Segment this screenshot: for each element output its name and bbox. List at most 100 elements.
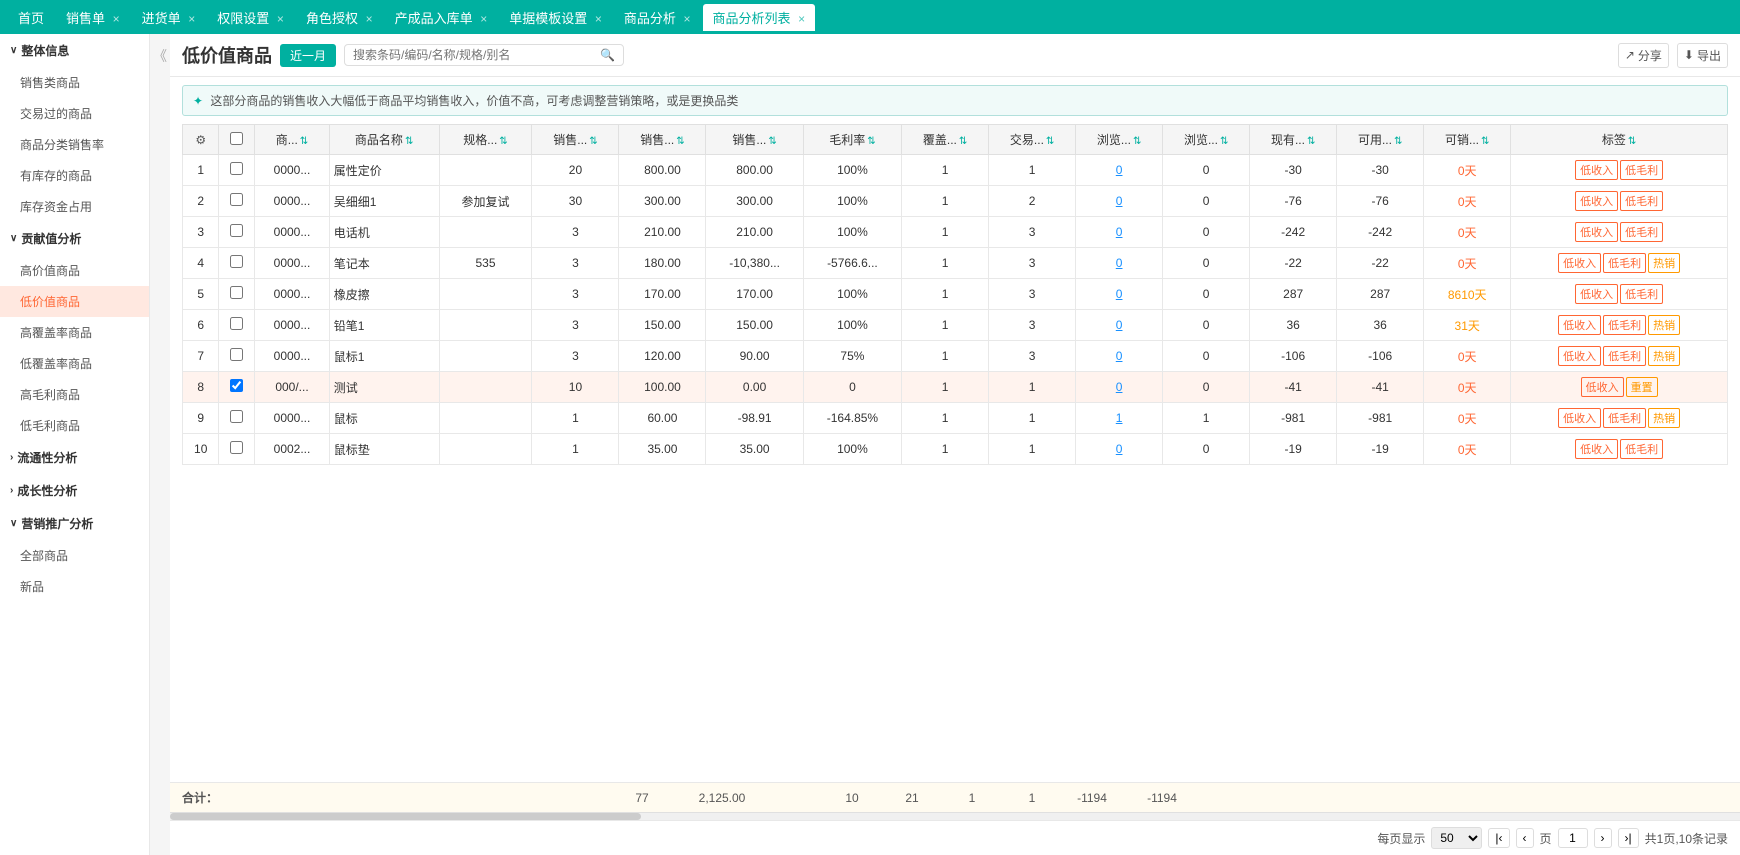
sort-icon[interactable]: ⇅	[959, 136, 967, 147]
sidebar-item-stock-goods[interactable]: 有库存的商品	[0, 160, 149, 191]
cell-checkbox[interactable]	[219, 434, 255, 465]
col-trade[interactable]: 交易...⇅	[989, 125, 1076, 155]
col-browse1[interactable]: 浏览...⇅	[1076, 125, 1163, 155]
page-size-select[interactable]: 50 100 200	[1431, 827, 1482, 849]
nav-sales[interactable]: 销售单 ×	[56, 4, 130, 31]
sidebar-item-all-goods[interactable]: 全部商品	[0, 540, 149, 571]
search-input[interactable]	[353, 48, 596, 62]
close-icon[interactable]: ×	[798, 12, 805, 26]
row-checkbox[interactable]	[230, 441, 243, 454]
last-page-button[interactable]: ›|	[1618, 828, 1639, 848]
page-input[interactable]	[1558, 828, 1588, 848]
browse-link[interactable]: 0	[1116, 225, 1123, 239]
tag[interactable]: 低毛利	[1620, 222, 1663, 242]
cell-col7[interactable]: 0	[1076, 186, 1163, 217]
browse-link[interactable]: 1	[1116, 411, 1123, 425]
share-button[interactable]: ↗ 分享	[1618, 43, 1669, 68]
tag[interactable]: 低收入	[1575, 160, 1618, 180]
tag[interactable]: 热销	[1648, 346, 1680, 366]
sidebar-item-new-goods[interactable]: 新品	[0, 571, 149, 602]
sidebar-item-traded[interactable]: 交易过的商品	[0, 98, 149, 129]
cell-checkbox[interactable]	[219, 310, 255, 341]
sort-icon[interactable]: ⇅	[300, 136, 308, 147]
sidebar-item-stock-fund[interactable]: 库存资金占用	[0, 191, 149, 222]
gear-icon[interactable]: ⚙	[195, 133, 206, 147]
col-sales2[interactable]: 销售...⇅	[619, 125, 706, 155]
col-sales1[interactable]: 销售...⇅	[532, 125, 619, 155]
row-checkbox[interactable]	[230, 317, 243, 330]
browse-link[interactable]: 0	[1116, 442, 1123, 456]
browse-link[interactable]: 0	[1116, 194, 1123, 208]
nav-role[interactable]: 角色授权 ×	[296, 4, 383, 31]
col-tags[interactable]: 标签⇅	[1511, 125, 1728, 155]
cell-checkbox[interactable]	[219, 248, 255, 279]
cell-col7[interactable]: 0	[1076, 248, 1163, 279]
browse-link[interactable]: 0	[1116, 349, 1123, 363]
cell-col7[interactable]: 0	[1076, 279, 1163, 310]
tag[interactable]: 低毛利	[1620, 160, 1663, 180]
close-icon[interactable]: ×	[595, 12, 602, 26]
sidebar-item-low-profit[interactable]: 低毛利商品	[0, 410, 149, 441]
tag[interactable]: 热销	[1648, 315, 1680, 335]
row-checkbox[interactable]	[230, 162, 243, 175]
cell-col7[interactable]: 0	[1076, 372, 1163, 403]
tag[interactable]: 低收入	[1558, 253, 1601, 273]
sidebar-item-high-profit[interactable]: 高毛利商品	[0, 379, 149, 410]
close-icon[interactable]: ×	[480, 12, 487, 26]
nav-template[interactable]: 单据模板设置 ×	[499, 4, 612, 31]
tag[interactable]: 低毛利	[1620, 439, 1663, 459]
tag[interactable]: 低收入	[1575, 439, 1618, 459]
cell-col7[interactable]: 0	[1076, 155, 1163, 186]
sort-icon[interactable]: ⇅	[867, 136, 875, 147]
tag[interactable]: 低毛利	[1603, 315, 1646, 335]
sidebar-item-high-coverage[interactable]: 高覆盖率商品	[0, 317, 149, 348]
close-icon[interactable]: ×	[683, 12, 690, 26]
col-browse2[interactable]: 浏览...⇅	[1163, 125, 1250, 155]
tag[interactable]: 低毛利	[1620, 284, 1663, 304]
sort-icon[interactable]: ⇅	[676, 136, 684, 147]
sort-icon[interactable]: ⇅	[1481, 136, 1489, 147]
tag[interactable]: 低毛利	[1603, 253, 1646, 273]
sort-icon[interactable]: ⇅	[1628, 136, 1636, 147]
row-checkbox[interactable]	[230, 255, 243, 268]
sidebar-section-circulation[interactable]: › 流通性分析	[0, 441, 149, 474]
sort-icon[interactable]: ⇅	[405, 136, 413, 147]
first-page-button[interactable]: |‹	[1488, 828, 1509, 848]
cell-col7[interactable]: 0	[1076, 310, 1163, 341]
sidebar-item-low-coverage[interactable]: 低覆盖率商品	[0, 348, 149, 379]
cell-checkbox[interactable]	[219, 403, 255, 434]
col-code[interactable]: 商...⇅	[255, 125, 329, 155]
sidebar-item-category-rate[interactable]: 商品分类销售率	[0, 129, 149, 160]
col-spec[interactable]: 规格...⇅	[439, 125, 532, 155]
tag[interactable]: 低收入	[1558, 346, 1601, 366]
col-sales3[interactable]: 销售...⇅	[706, 125, 803, 155]
nav-goods-analysis-list[interactable]: 商品分析列表 ×	[703, 4, 816, 31]
export-button[interactable]: ⬇ 导出	[1677, 43, 1728, 68]
tag[interactable]: 低收入	[1575, 191, 1618, 211]
sidebar-section-contribution[interactable]: ∨ 贡献值分析	[0, 222, 149, 255]
cell-col7[interactable]: 0	[1076, 341, 1163, 372]
cell-col7[interactable]: 0	[1076, 434, 1163, 465]
tag[interactable]: 低收入	[1575, 222, 1618, 242]
nav-stock-in[interactable]: 产成品入库单 ×	[385, 4, 498, 31]
close-icon[interactable]: ×	[188, 12, 195, 26]
row-checkbox[interactable]	[230, 379, 243, 392]
row-checkbox[interactable]	[230, 348, 243, 361]
col-settings[interactable]: ⚙	[183, 125, 219, 155]
browse-link[interactable]: 0	[1116, 318, 1123, 332]
tag[interactable]: 低毛利	[1603, 346, 1646, 366]
tag[interactable]: 低毛利	[1603, 408, 1646, 428]
cell-col7[interactable]: 0	[1076, 217, 1163, 248]
tag[interactable]: 热销	[1648, 253, 1680, 273]
nav-purchase[interactable]: 进货单 ×	[132, 4, 206, 31]
col-gross-rate[interactable]: 毛利率⇅	[803, 125, 901, 155]
sort-icon[interactable]: ⇅	[1394, 136, 1402, 147]
nav-permission[interactable]: 权限设置 ×	[207, 4, 294, 31]
tag[interactable]: 低收入	[1558, 315, 1601, 335]
nav-goods-analysis[interactable]: 商品分析 ×	[614, 4, 701, 31]
tag[interactable]: 重置	[1626, 377, 1658, 397]
next-page-button[interactable]: ›	[1594, 828, 1612, 848]
tag[interactable]: 热销	[1648, 408, 1680, 428]
cell-checkbox[interactable]	[219, 217, 255, 248]
sidebar-item-sales-category[interactable]: 销售类商品	[0, 67, 149, 98]
